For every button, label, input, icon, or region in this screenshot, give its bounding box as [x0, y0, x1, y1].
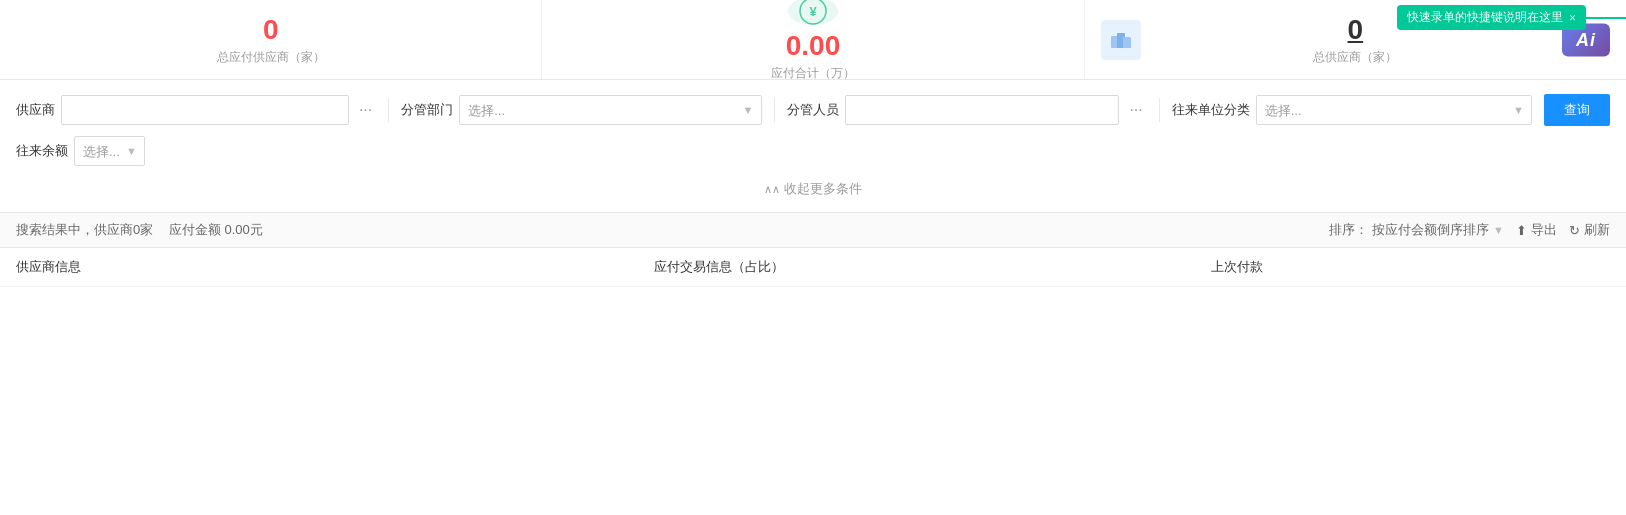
total-payable-label: 总应付供应商（家）: [217, 49, 325, 66]
divider-3: [1159, 98, 1160, 122]
supplier-input-wrapper: [61, 95, 349, 125]
payable-total-number: 0.00: [786, 29, 841, 63]
department-select[interactable]: 选择...: [459, 95, 761, 125]
balance-filter: 往来余额 选择... ▼: [16, 136, 145, 166]
table-header: 供应商信息 应付交易信息（占比） 上次付款: [0, 248, 1626, 287]
sort-selector[interactable]: 排序： 按应付会额倒序排序 ▼: [1329, 221, 1504, 239]
filter-row-1: 供应商 ··· 分管部门 选择... ▼ 分管人员 ···: [16, 94, 1610, 126]
table-body: [0, 287, 1626, 515]
department-select-wrapper: 选择... ▼: [459, 95, 761, 125]
stat-total-suppliers: 快速录单的快捷键说明在这里 × 0 总供应商（家） Ai: [1085, 0, 1626, 79]
unit-class-select[interactable]: 选择...: [1256, 95, 1532, 125]
department-filter: 分管部门 选择... ▼: [401, 95, 761, 125]
person-input-wrapper: [845, 95, 1120, 125]
total-suppliers-label: 总供应商（家）: [1313, 49, 1397, 66]
supplier-input[interactable]: [61, 95, 349, 125]
col-last-payment: 上次付款: [1211, 258, 1610, 276]
collapse-button[interactable]: ∧∧ 收起更多条件: [764, 180, 862, 198]
department-label: 分管部门: [401, 101, 453, 119]
filter-row-2: 往来余额 选择... ▼: [16, 136, 1610, 166]
tooltip-text: 快速录单的快捷键说明在这里: [1407, 9, 1563, 26]
person-label: 分管人员: [787, 101, 839, 119]
svg-text:¥: ¥: [809, 4, 817, 19]
export-label: 导出: [1531, 221, 1557, 239]
results-bar: 搜索结果中，供应商0家 应付金额 0.00元 排序： 按应付会额倒序排序 ▼ ⬆…: [0, 213, 1626, 248]
col-supplier-info: 供应商信息: [16, 258, 654, 276]
refresh-icon: ↻: [1569, 223, 1580, 238]
supplier-dots[interactable]: ···: [355, 101, 376, 119]
collapse-label: 收起更多条件: [784, 180, 862, 198]
results-info: 搜索结果中，供应商0家 应付金额 0.00元: [16, 221, 263, 239]
filter-area: 供应商 ··· 分管部门 选择... ▼ 分管人员 ···: [0, 80, 1626, 213]
unit-class-filter: 往来单位分类 选择... ▼: [1172, 95, 1532, 125]
results-suppliers-count: 搜索结果中，供应商0家: [16, 222, 153, 237]
divider-1: [388, 98, 389, 122]
sort-label: 排序：: [1329, 221, 1368, 239]
total-suppliers-number: 0: [1348, 13, 1364, 47]
person-dots[interactable]: ···: [1125, 101, 1146, 119]
sort-arrow-icon: ▼: [1493, 224, 1504, 236]
collapse-up-icon: ∧∧: [764, 183, 780, 196]
shortcut-tooltip: 快速录单的快捷键说明在这里 ×: [1397, 5, 1586, 30]
stat-payable-total: ¥ 0.00 应付合计（万）: [542, 0, 1084, 79]
export-icon: ⬆: [1516, 223, 1527, 238]
person-input[interactable]: [845, 95, 1120, 125]
export-button[interactable]: ⬆ 导出: [1516, 221, 1557, 239]
stats-bar: 0 总应付供应商（家） ¥ 0.00 应付合计（万） 快速录单的快捷键说明在这里…: [0, 0, 1626, 80]
suppliers-icon: [1101, 20, 1141, 60]
query-button[interactable]: 查询: [1544, 94, 1610, 126]
balance-select-wrapper: 选择... ▼: [74, 136, 145, 166]
stat-total-payable: 0 总应付供应商（家）: [0, 0, 542, 79]
balance-label: 往来余额: [16, 142, 68, 160]
total-payable-number: 0: [263, 13, 279, 47]
svg-rect-4: [1123, 37, 1131, 48]
col-payable-transaction: 应付交易信息（占比）: [654, 258, 1212, 276]
supplier-label: 供应商: [16, 101, 55, 119]
supplier-filter: 供应商 ···: [16, 95, 376, 125]
payable-icon: ¥: [788, 0, 838, 25]
balance-select[interactable]: 选择...: [74, 136, 145, 166]
refresh-label: 刷新: [1584, 221, 1610, 239]
tooltip-close-btn[interactable]: ×: [1569, 11, 1576, 25]
results-amount: 应付金额 0.00元: [169, 222, 263, 237]
results-actions: 排序： 按应付会额倒序排序 ▼ ⬆ 导出 ↻ 刷新: [1329, 221, 1610, 239]
collapse-row: ∧∧ 收起更多条件: [16, 176, 1610, 208]
person-filter: 分管人员 ···: [787, 95, 1147, 125]
unit-class-label: 往来单位分类: [1172, 101, 1250, 119]
payable-total-label: 应付合计（万）: [771, 65, 855, 82]
sort-option: 按应付会额倒序排序: [1372, 221, 1489, 239]
refresh-button[interactable]: ↻ 刷新: [1569, 221, 1610, 239]
divider-2: [774, 98, 775, 122]
unit-class-select-wrapper: 选择... ▼: [1256, 95, 1532, 125]
